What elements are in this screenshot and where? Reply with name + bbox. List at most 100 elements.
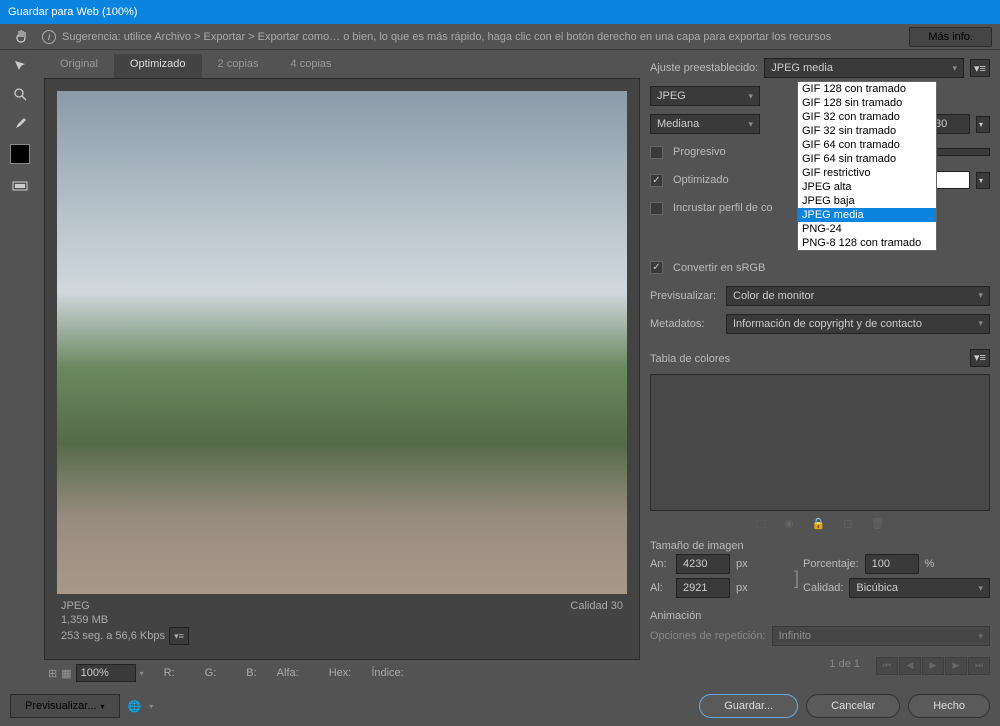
browser-icon[interactable]: 🌐 [128,700,142,713]
preset-option[interactable]: GIF 64 sin tramado [798,152,936,166]
percent-label: Porcentaje: [803,558,859,570]
quality-slider-btn[interactable]: ▾ [976,116,990,133]
preset-option[interactable]: PNG-8 128 con tramado [798,236,936,250]
preset-menu-icon[interactable]: ▾≡ [970,59,990,77]
percent-sym: % [925,558,935,570]
preview-label: Previsualizar: [650,290,720,302]
height-input[interactable] [676,578,730,598]
color-swatch[interactable] [10,144,30,164]
width-label: An: [650,558,670,570]
download-time-menu-icon[interactable]: ▾≡ [169,627,189,645]
cancel-button[interactable]: Cancelar [806,694,900,718]
trash-icon[interactable]: 🗑 [870,517,884,530]
width-px: px [736,558,748,570]
grid-icon[interactable]: ⊞ [48,667,57,680]
loop-label: Opciones de repetición: [650,630,766,642]
hint-text: Sugerencia: utilice Archivo > Exportar >… [62,31,831,43]
quality-preset-dropdown[interactable]: Mediana [650,114,760,134]
color-table-toolbar: ⬚ ◉ 🔒 ◻ 🗑 [650,513,990,536]
hex-readout: Hex: [329,667,352,679]
percent-input[interactable] [865,554,919,574]
quality-readout: Calidad 30 [570,600,623,612]
g-readout: G: [205,667,217,679]
optimized-checkbox[interactable] [650,174,663,187]
tab-2up[interactable]: 2 copias [202,54,275,78]
preview-area: Original Optimizado 2 copias 4 copias JP… [40,50,640,686]
preset-option[interactable]: GIF 32 con tramado [798,110,936,124]
window-title: Guardar para Web (100%) [8,6,137,18]
slice-select-tool-icon[interactable] [6,54,34,78]
footer: Previsualizar...▾ 🌐▾ Guardar... Cancelar… [0,686,1000,726]
matte-dropdown[interactable]: ▾ [976,172,990,189]
frame-info: 1 de 1 [829,658,860,670]
height-px: px [736,582,748,594]
preset-dropdown-menu: GIF 128 con tramadoGIF 128 sin tramadoGI… [797,81,937,251]
preset-option[interactable]: JPEG alta [798,180,936,194]
convert-srgb-checkbox[interactable] [650,261,663,274]
hand-icon[interactable] [8,25,36,49]
metadata-label: Metadatos: [650,318,720,330]
preset-option[interactable]: GIF 32 sin tramado [798,124,936,138]
blur-dropdown[interactable] [934,148,990,156]
filesize-label: 1,359 MB [61,614,623,627]
next-frame-button: ▶ [945,657,967,675]
width-input[interactable] [676,554,730,574]
done-button[interactable]: Hecho [908,694,990,718]
progressive-checkbox[interactable] [650,146,663,159]
slice-visibility-icon[interactable] [6,174,34,198]
prev-frame-button: ◀ [899,657,921,675]
preset-option[interactable]: JPEG media [798,208,936,222]
tab-optimized[interactable]: Optimizado [114,54,202,78]
lock-icon[interactable]: 🔒 [812,517,826,530]
convert-srgb-label: Convertir en sRGB [673,262,765,274]
format-dropdown[interactable]: JPEG [650,86,760,106]
image-preview[interactable] [57,91,627,594]
alfa-readout: Alfa: [277,667,299,679]
preset-dropdown[interactable]: JPEG media GIF 128 con tramadoGIF 128 si… [764,58,964,78]
progressive-label: Progresivo [673,146,726,158]
eyedropper-tool-icon[interactable] [6,110,34,134]
zoom-tool-icon[interactable] [6,82,34,106]
grid2-icon[interactable]: ▦ [61,667,71,680]
toolbar [0,50,40,686]
more-info-button[interactable]: Más info. [909,27,992,47]
new-color-icon[interactable]: ◻ [843,517,852,530]
info-bar: i Sugerencia: utilice Archivo > Exportar… [0,24,1000,50]
preset-option[interactable]: GIF restrictivo [798,166,936,180]
link-dimensions-icon[interactable]: ] [790,568,803,589]
embed-profile-checkbox[interactable] [650,202,663,215]
preset-option[interactable]: GIF 128 con tramado [798,82,936,96]
last-frame-button: ⏭ [968,657,990,675]
download-time-label: 253 seg. a 56,6 Kbps [61,630,165,643]
quality-interp-label: Calidad: [803,582,843,594]
info-icon: i [42,30,56,44]
tab-original[interactable]: Original [44,54,114,78]
preview-dropdown[interactable]: Color de monitor [726,286,990,306]
loop-dropdown: Infinito [772,626,990,646]
animation-label: Animación [650,606,990,624]
tab-4up[interactable]: 4 copias [275,54,348,78]
preview-button[interactable]: Previsualizar...▾ [10,694,120,718]
save-button[interactable]: Guardar... [699,694,798,718]
view-tabs: Original Optimizado 2 copias 4 copias [44,54,640,78]
r-readout: R: [164,667,175,679]
first-frame-button: ⏮ [876,657,898,675]
preset-option[interactable]: JPEG baja [798,194,936,208]
color-table [650,374,990,511]
settings-panel: Ajuste preestablecido: JPEG media GIF 12… [640,50,1000,686]
preset-option[interactable]: PNG-24 [798,222,936,236]
lock-color-icon[interactable]: ◉ [784,517,794,530]
metadata-dropdown[interactable]: Información de copyright y de contacto [726,314,990,334]
color-table-label: Tabla de colores [650,349,730,367]
zoom-input[interactable] [76,664,136,682]
optimized-label: Optimizado [673,174,729,186]
bottom-controls: ⊞ ▦ ▾ R: G: B: Alfa: Hex: Índice: [44,660,640,686]
color-table-menu-icon[interactable]: ▾≡ [970,349,990,367]
preset-option[interactable]: GIF 64 con tramado [798,138,936,152]
snap-web-icon[interactable]: ⬚ [756,517,766,530]
play-button: ▶ [922,657,944,675]
embed-profile-label: Incrustar perfil de co [673,202,773,214]
height-label: Al: [650,582,670,594]
quality-interp-dropdown[interactable]: Bicúbica [849,578,990,598]
preset-option[interactable]: GIF 128 sin tramado [798,96,936,110]
